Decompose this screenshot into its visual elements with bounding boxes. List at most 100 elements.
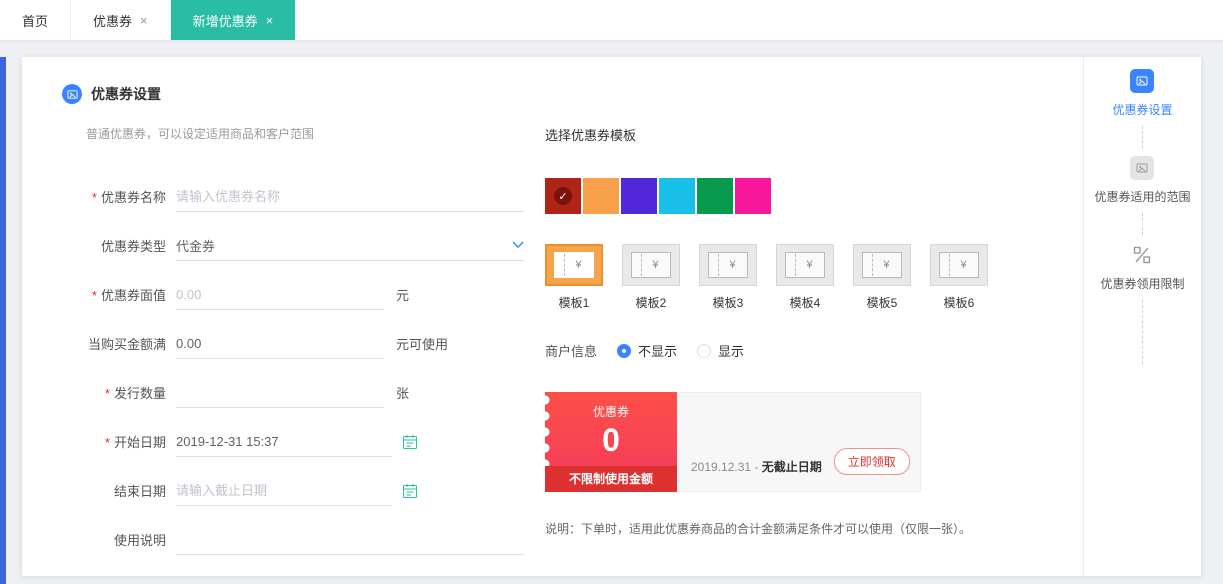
- tab-bar: 首页 优惠券 × 新增优惠券 ×: [0, 0, 1223, 40]
- ticket-icon: ¥: [622, 244, 680, 286]
- tab-coupon-list[interactable]: 优惠券 ×: [71, 0, 171, 40]
- coupon-validity: 2019.12.31 - 无截止日期: [691, 460, 822, 474]
- template-option-3[interactable]: ¥ 模板3: [699, 244, 757, 311]
- form-row-quantity: 发行数量 张: [62, 368, 545, 417]
- color-swatch[interactable]: [659, 178, 695, 214]
- min-amount-input[interactable]: [176, 328, 384, 359]
- form-row-face-value: 优惠券面值 元: [62, 270, 545, 319]
- color-swatch[interactable]: [621, 178, 657, 214]
- field-label: 发行数量: [62, 383, 166, 402]
- page-description: 普通优惠券，可以设定适用商品和客户范围: [86, 127, 315, 141]
- start-date-input[interactable]: [176, 426, 392, 457]
- template-section-title: 选择优惠券模板: [545, 128, 637, 143]
- coupon-preview-limit: 不限制使用金额: [545, 466, 677, 492]
- ticket-icon: ¥: [545, 244, 603, 286]
- tab-new-coupon-label: 新增优惠券: [192, 13, 258, 29]
- instructions-input[interactable]: [176, 524, 524, 555]
- template-option-1[interactable]: ¥ 模板1: [545, 244, 603, 311]
- template-option-6[interactable]: ¥ 模板6: [930, 244, 988, 311]
- claim-button-preview: 立即领取: [833, 448, 910, 475]
- radio-show[interactable]: 显示: [697, 341, 744, 360]
- form-rows: 优惠券名称 优惠券类型 代金券: [62, 172, 545, 564]
- tab-coupon-list-label: 优惠券: [93, 13, 133, 29]
- step-label: 优惠券领用限制: [1100, 277, 1185, 291]
- template-option-2[interactable]: ¥ 模板2: [622, 244, 680, 311]
- coupon-form: 普通优惠券，可以设定适用商品和客户范围 优惠券名称 优惠券类型 代金券: [62, 125, 545, 564]
- usage-note: 说明：下单时，适用此优惠券商品的合计金额满足条件才可以使用（仅限一张）。: [545, 522, 972, 536]
- card-main: 优惠券设置 普通优惠券，可以设定适用商品和客户范围 优惠券名称 优惠券类型: [22, 57, 1083, 576]
- color-swatch[interactable]: ✓: [545, 178, 581, 214]
- tab-home[interactable]: 首页: [0, 0, 72, 40]
- coupon-settings-icon: [1130, 69, 1155, 93]
- ticket-icon: ¥: [930, 244, 988, 286]
- unit-suffix: 元: [396, 288, 410, 303]
- merchant-info-group: 商户信息 不显示 显示: [545, 341, 1083, 360]
- field-label: 优惠券名称: [62, 187, 166, 206]
- color-swatch[interactable]: [583, 178, 619, 214]
- template-label: 模板6: [943, 296, 975, 310]
- coupon-editor-card: 优惠券设置 普通优惠券，可以设定适用商品和客户范围 优惠券名称 优惠券类型: [22, 57, 1201, 576]
- coupon-name-input[interactable]: [176, 181, 524, 212]
- coupon-scope-icon: [1130, 156, 1155, 180]
- step-coupon-limit[interactable]: 优惠券领用限制: [1100, 243, 1185, 292]
- coupon-preview: 优惠券 0 不限制使用金额 2019.12.31 - 无截止日期 立即领取: [545, 392, 921, 492]
- coupon-type-select[interactable]: 代金券: [176, 231, 524, 261]
- field-label: 结束日期: [113, 484, 166, 499]
- template-picker: 选择优惠券模板 ✓ ¥ 模板1 ¥ 模板2 ¥ 模板3 ¥ 模板4 ¥ 模板5 …: [545, 125, 1083, 564]
- coupon-limit-icon: [1130, 243, 1154, 267]
- close-icon[interactable]: ×: [140, 14, 148, 27]
- template-option-5[interactable]: ¥ 模板5: [853, 244, 911, 311]
- step-connector: [1142, 126, 1143, 148]
- color-swatch[interactable]: [697, 178, 733, 214]
- ticket-icon: ¥: [776, 244, 834, 286]
- coupon-preview-left: 优惠券 0 不限制使用金额: [545, 392, 677, 492]
- color-swatch[interactable]: [735, 178, 771, 214]
- quantity-input[interactable]: [176, 377, 384, 408]
- coupon-image-icon: [62, 84, 82, 104]
- field-label: 优惠券面值: [62, 285, 166, 304]
- coupon-preview-amount: 0: [602, 422, 620, 458]
- template-label: 模板1: [558, 296, 590, 310]
- form-row-name: 优惠券名称: [62, 172, 545, 221]
- ticket-icon: ¥: [853, 244, 911, 286]
- tab-home-label: 首页: [22, 13, 49, 29]
- form-row-min-amount: 当购买金额满 元可使用: [62, 319, 545, 368]
- step-label: 优惠券适用的范围: [1094, 190, 1191, 204]
- unit-suffix: 元可使用: [396, 337, 449, 352]
- close-icon[interactable]: ×: [266, 14, 274, 27]
- field-label: 优惠券类型: [100, 239, 166, 254]
- form-row-end-date: 结束日期: [62, 466, 545, 515]
- step-coupon-settings[interactable]: 优惠券设置: [1112, 69, 1173, 118]
- end-date-input[interactable]: [176, 475, 392, 506]
- unit-suffix: 张: [396, 386, 410, 401]
- template-label: 模板5: [866, 296, 898, 310]
- radio-label: 不显示: [638, 344, 678, 359]
- calendar-icon[interactable]: [402, 483, 418, 499]
- calendar-icon[interactable]: [402, 434, 418, 450]
- chevron-down-icon: [512, 241, 524, 249]
- template-option-4[interactable]: ¥ 模板4: [776, 244, 834, 311]
- step-connector: [1142, 300, 1143, 364]
- radio-hide[interactable]: 不显示: [617, 341, 677, 360]
- step-coupon-scope[interactable]: 优惠券适用的范围: [1094, 156, 1191, 205]
- template-label: 模板4: [789, 296, 821, 310]
- field-label: 使用说明: [113, 533, 166, 548]
- sidebar-strip[interactable]: [0, 57, 6, 584]
- ticket-icon: ¥: [699, 244, 757, 286]
- wizard-steps: 优惠券设置 优惠券适用的范围 优惠券领用限制: [1083, 57, 1201, 576]
- field-label: 开始日期: [62, 432, 166, 451]
- face-value-input[interactable]: [176, 279, 384, 310]
- selected-check-icon: ✓: [545, 178, 581, 214]
- template-label: 模板2: [635, 296, 667, 310]
- coupon-preview-title: 优惠券: [592, 405, 629, 419]
- content-columns: 普通优惠券，可以设定适用商品和客户范围 优惠券名称 优惠券类型 代金券: [62, 125, 1083, 564]
- template-label: 模板3: [712, 296, 744, 310]
- tab-new-coupon[interactable]: 新增优惠券 ×: [170, 0, 296, 40]
- select-value: 代金券: [176, 238, 216, 254]
- merchant-info-label: 商户信息: [545, 344, 598, 359]
- step-label: 优惠券设置: [1112, 103, 1173, 117]
- radio-icon: [697, 343, 712, 358]
- form-row-type: 优惠券类型 代金券: [62, 221, 545, 270]
- color-swatches: ✓: [545, 178, 1083, 214]
- radio-icon: [617, 343, 632, 358]
